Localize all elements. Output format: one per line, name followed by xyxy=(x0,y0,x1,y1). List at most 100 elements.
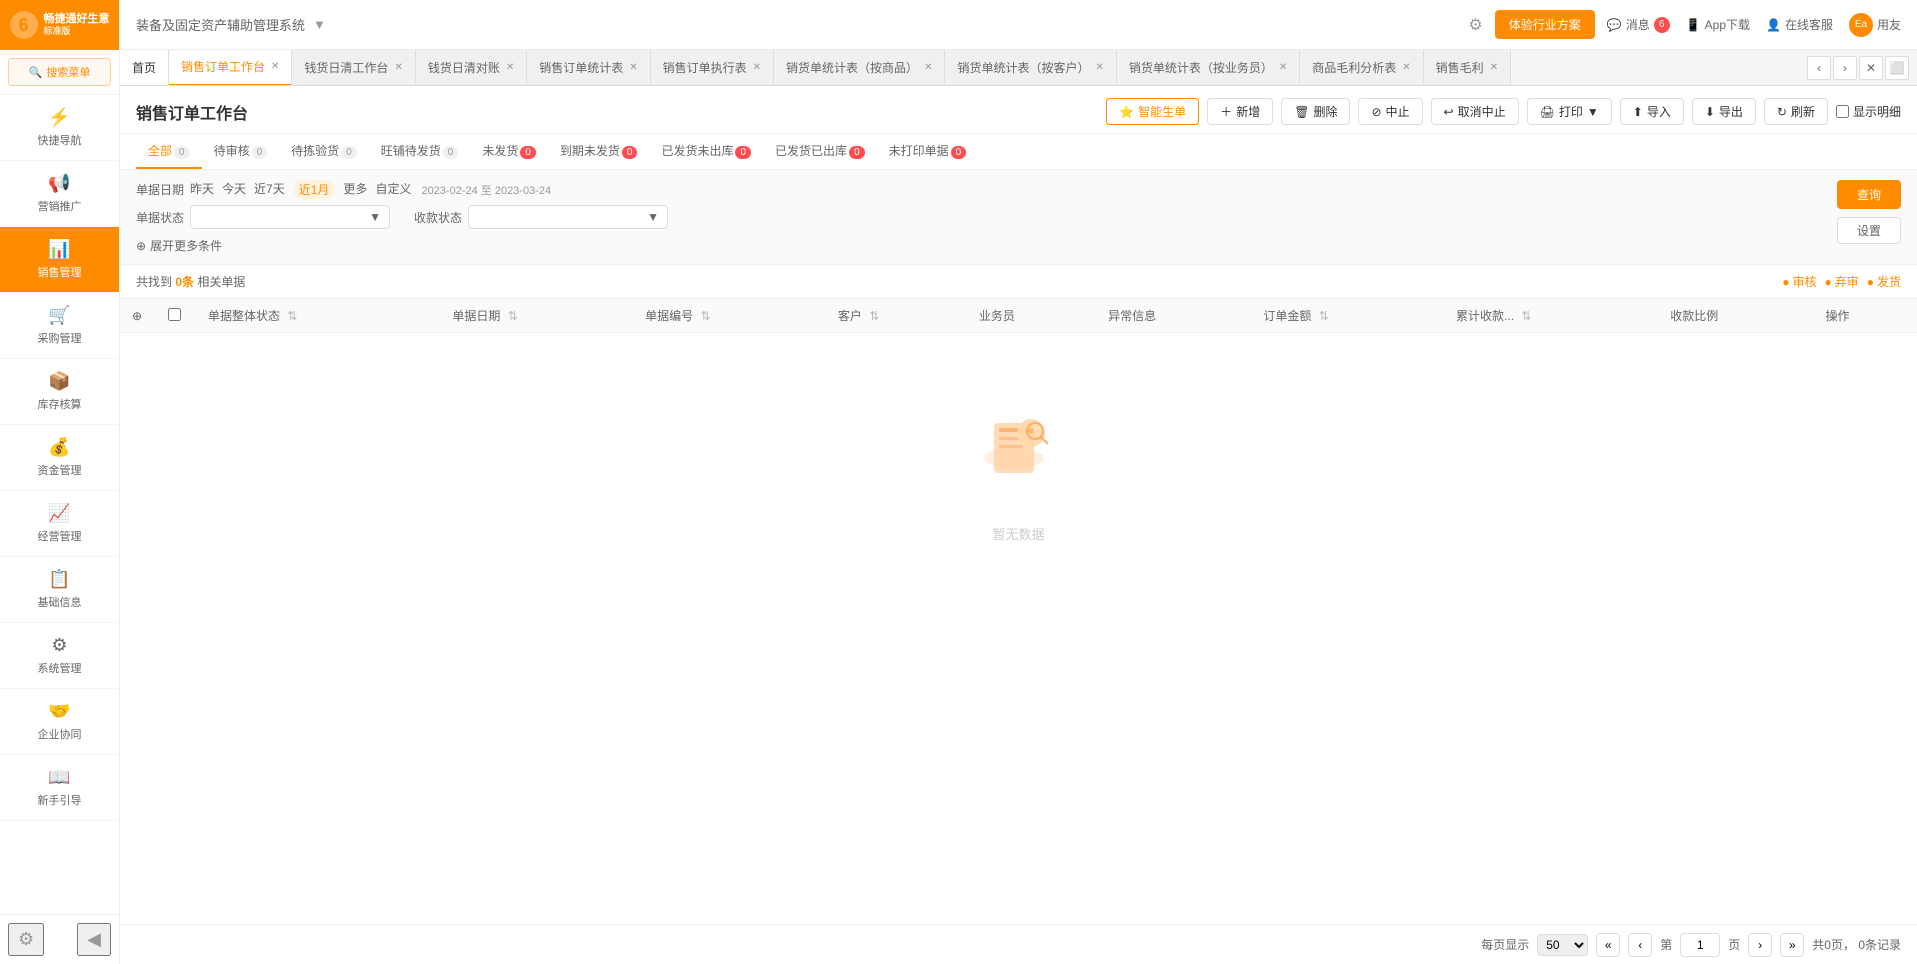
topbar-settings-icon[interactable]: ⚙ xyxy=(1468,15,1482,35)
current-page-input[interactable] xyxy=(1680,933,1720,957)
show-detail-checkbox[interactable] xyxy=(1836,105,1849,118)
review-action-button[interactable]: ● 审核 xyxy=(1782,273,1816,290)
tab-scroll-right[interactable]: › xyxy=(1833,56,1857,80)
sub-tab-overdue-unshipped[interactable]: 到期未发货0 xyxy=(548,134,650,169)
tab-close-staff[interactable]: ✕ xyxy=(1279,62,1287,73)
th-col-settings[interactable]: ⊕ xyxy=(120,299,156,333)
cancel-review-action-button[interactable]: ● 弃审 xyxy=(1824,273,1858,290)
tab-home[interactable]: 首页 xyxy=(120,50,169,86)
th-bill-date[interactable]: 单据日期 ⇅ xyxy=(440,299,633,333)
sub-tab-unprinted[interactable]: 未打印单据0 xyxy=(877,134,979,169)
message-button[interactable]: 💬 消息 6 xyxy=(1607,16,1670,33)
date-option-custom[interactable]: 自定义 xyxy=(375,180,411,199)
date-option-more[interactable]: 更多 xyxy=(343,180,367,199)
tab-close-sales-order[interactable]: ✕ xyxy=(271,61,279,72)
tab-close-product[interactable]: ✕ xyxy=(924,62,932,73)
import-button[interactable]: ⬆ 导入 xyxy=(1620,98,1684,125)
th-bill-number[interactable]: 单据编号 ⇅ xyxy=(633,299,826,333)
export-button[interactable]: ⬇ 导出 xyxy=(1692,98,1756,125)
app-download-button[interactable]: 📱 App下载 xyxy=(1686,16,1750,33)
sidebar-collapse-button[interactable]: ◀ xyxy=(77,923,111,956)
ship-action-button[interactable]: ● 发货 xyxy=(1867,273,1901,290)
th-checkbox[interactable] xyxy=(156,299,196,333)
cancel-suspend-button[interactable]: ↩ 取消中止 xyxy=(1431,98,1519,125)
sub-tab-shipped-out[interactable]: 已发货已出库0 xyxy=(763,134,877,169)
status-select[interactable]: ▼ xyxy=(190,205,390,229)
col-settings-icon[interactable]: ⊕ xyxy=(132,309,142,323)
tab-close-customer[interactable]: ✕ xyxy=(1095,62,1103,73)
refresh-button[interactable]: ↻ 刷新 xyxy=(1764,98,1828,125)
tab-maximize[interactable]: ⬜ xyxy=(1885,56,1909,80)
date-option-1month[interactable]: 近1月 xyxy=(293,180,336,199)
first-page-button[interactable]: « xyxy=(1596,933,1620,957)
tab-close-exec[interactable]: ✕ xyxy=(753,62,761,73)
sort-bill-number[interactable]: ⇅ xyxy=(700,309,710,323)
tab-sales-profit[interactable]: 销售毛利 ✕ xyxy=(1424,50,1511,86)
sub-tab-all[interactable]: 全部0 xyxy=(136,134,202,169)
tab-goods-profit[interactable]: 商品毛利分析表 ✕ xyxy=(1300,50,1423,86)
system-dropdown-icon[interactable]: ▼ xyxy=(313,17,326,32)
tab-scroll-left[interactable]: ‹ xyxy=(1807,56,1831,80)
sort-amount[interactable]: ⇅ xyxy=(1319,309,1329,323)
tab-cash-daily-workbench[interactable]: 钱货日清工作台 ✕ xyxy=(292,50,415,86)
sidebar-item-marketing[interactable]: 📢 营销推广 xyxy=(0,161,119,227)
sub-tab-pending-review[interactable]: 待审核0 xyxy=(202,134,280,169)
th-customer[interactable]: 客户 ⇅ xyxy=(826,299,967,333)
sidebar-item-inventory[interactable]: 📦 库存核算 xyxy=(0,359,119,425)
payment-select[interactable]: ▼ xyxy=(468,205,668,229)
suspend-button[interactable]: ⊘ 中止 xyxy=(1358,98,1422,125)
sort-bill-date[interactable]: ⇅ xyxy=(508,309,518,323)
select-all-checkbox[interactable] xyxy=(168,308,181,321)
tab-sales-stats-customer[interactable]: 销货单统计表（按客户） ✕ xyxy=(945,50,1116,86)
delete-button[interactable]: 🗑 删除 xyxy=(1281,98,1350,125)
tab-close-cash-daily[interactable]: ✕ xyxy=(394,62,402,73)
sidebar-item-guide[interactable]: 📖 新手引导 xyxy=(0,755,119,821)
online-service-button[interactable]: 👤 在线客服 xyxy=(1766,16,1833,33)
sidebar-item-operations[interactable]: 📈 经营管理 xyxy=(0,491,119,557)
expand-filter-button[interactable]: ⊕ 展开更多条件 xyxy=(136,237,1817,254)
sidebar-item-enterprise[interactable]: 🤝 企业协同 xyxy=(0,689,119,755)
tab-cash-goods-reconcile[interactable]: 钱货日清对账 ✕ xyxy=(416,50,527,86)
page-size-select[interactable]: 50 100 200 xyxy=(1537,934,1588,956)
tab-sales-order-exec[interactable]: 销售订单执行表 ✕ xyxy=(651,50,774,86)
sort-bill-status[interactable]: ⇅ xyxy=(287,309,297,323)
print-button[interactable]: 🖨 打印 ▼ xyxy=(1527,98,1612,125)
query-button[interactable]: 查询 xyxy=(1837,180,1901,209)
tab-close-all[interactable]: ✕ xyxy=(1859,56,1883,80)
tab-sales-stats-product[interactable]: 销货单统计表（按商品） ✕ xyxy=(774,50,945,86)
sidebar-item-base-info[interactable]: 📋 基础信息 xyxy=(0,557,119,623)
tab-sales-stats-staff[interactable]: 销货单统计表（按业务员） ✕ xyxy=(1117,50,1300,86)
date-option-yesterday[interactable]: 昨天 xyxy=(190,180,214,199)
next-page-button[interactable]: › xyxy=(1748,933,1772,957)
sort-payment[interactable]: ⇅ xyxy=(1521,309,1531,323)
date-option-7days[interactable]: 近7天 xyxy=(254,180,285,199)
tab-sales-order-workbench[interactable]: 销售订单工作台 ✕ xyxy=(169,50,292,86)
sub-tab-wangpu-pending[interactable]: 旺铺待发货0 xyxy=(369,134,471,169)
sidebar-item-purchase[interactable]: 🛒 采购管理 xyxy=(0,293,119,359)
tab-sales-order-stats[interactable]: 销售订单统计表 ✕ xyxy=(527,50,650,86)
tab-close-profit[interactable]: ✕ xyxy=(1402,62,1410,73)
sort-customer[interactable]: ⇅ xyxy=(869,309,879,323)
sidebar-item-quick-nav[interactable]: ⚡ 快捷导航 xyxy=(0,95,119,161)
last-page-button[interactable]: » xyxy=(1780,933,1804,957)
sidebar-settings-button[interactable]: ⚙ xyxy=(8,923,44,956)
sidebar-item-system[interactable]: ⚙ 系统管理 xyxy=(0,623,119,689)
sub-tab-shipped-not-out[interactable]: 已发货未出库0 xyxy=(649,134,763,169)
sidebar-item-sales[interactable]: 📊 销售管理 xyxy=(0,227,119,293)
th-order-amount[interactable]: 订单金额 ⇅ xyxy=(1251,299,1444,333)
show-detail-label[interactable]: 显示明细 xyxy=(1836,103,1901,120)
th-cumulative-payment[interactable]: 累计收款... ⇅ xyxy=(1444,299,1658,333)
add-button[interactable]: ＋ 新增 xyxy=(1207,98,1273,125)
filter-settings-button[interactable]: 设置 xyxy=(1837,217,1901,244)
sub-tab-not-shipped[interactable]: 未发货0 xyxy=(470,134,548,169)
tab-close-stats[interactable]: ✕ xyxy=(629,62,637,73)
sub-tab-pending-inspect[interactable]: 待拣验货0 xyxy=(279,134,369,169)
sidebar-item-finance[interactable]: 💰 资金管理 xyxy=(0,425,119,491)
industry-solution-button[interactable]: 体验行业方案 xyxy=(1495,10,1595,39)
prev-page-button[interactable]: ‹ xyxy=(1628,933,1652,957)
date-option-today[interactable]: 今天 xyxy=(222,180,246,199)
user-menu-button[interactable]: Ea 用友 xyxy=(1849,13,1901,37)
th-bill-status[interactable]: 单据整体状态 ⇅ xyxy=(196,299,440,333)
search-menu-button[interactable]: 🔍 搜索菜单 xyxy=(8,58,111,86)
tab-close-cash-goods[interactable]: ✕ xyxy=(506,62,514,73)
